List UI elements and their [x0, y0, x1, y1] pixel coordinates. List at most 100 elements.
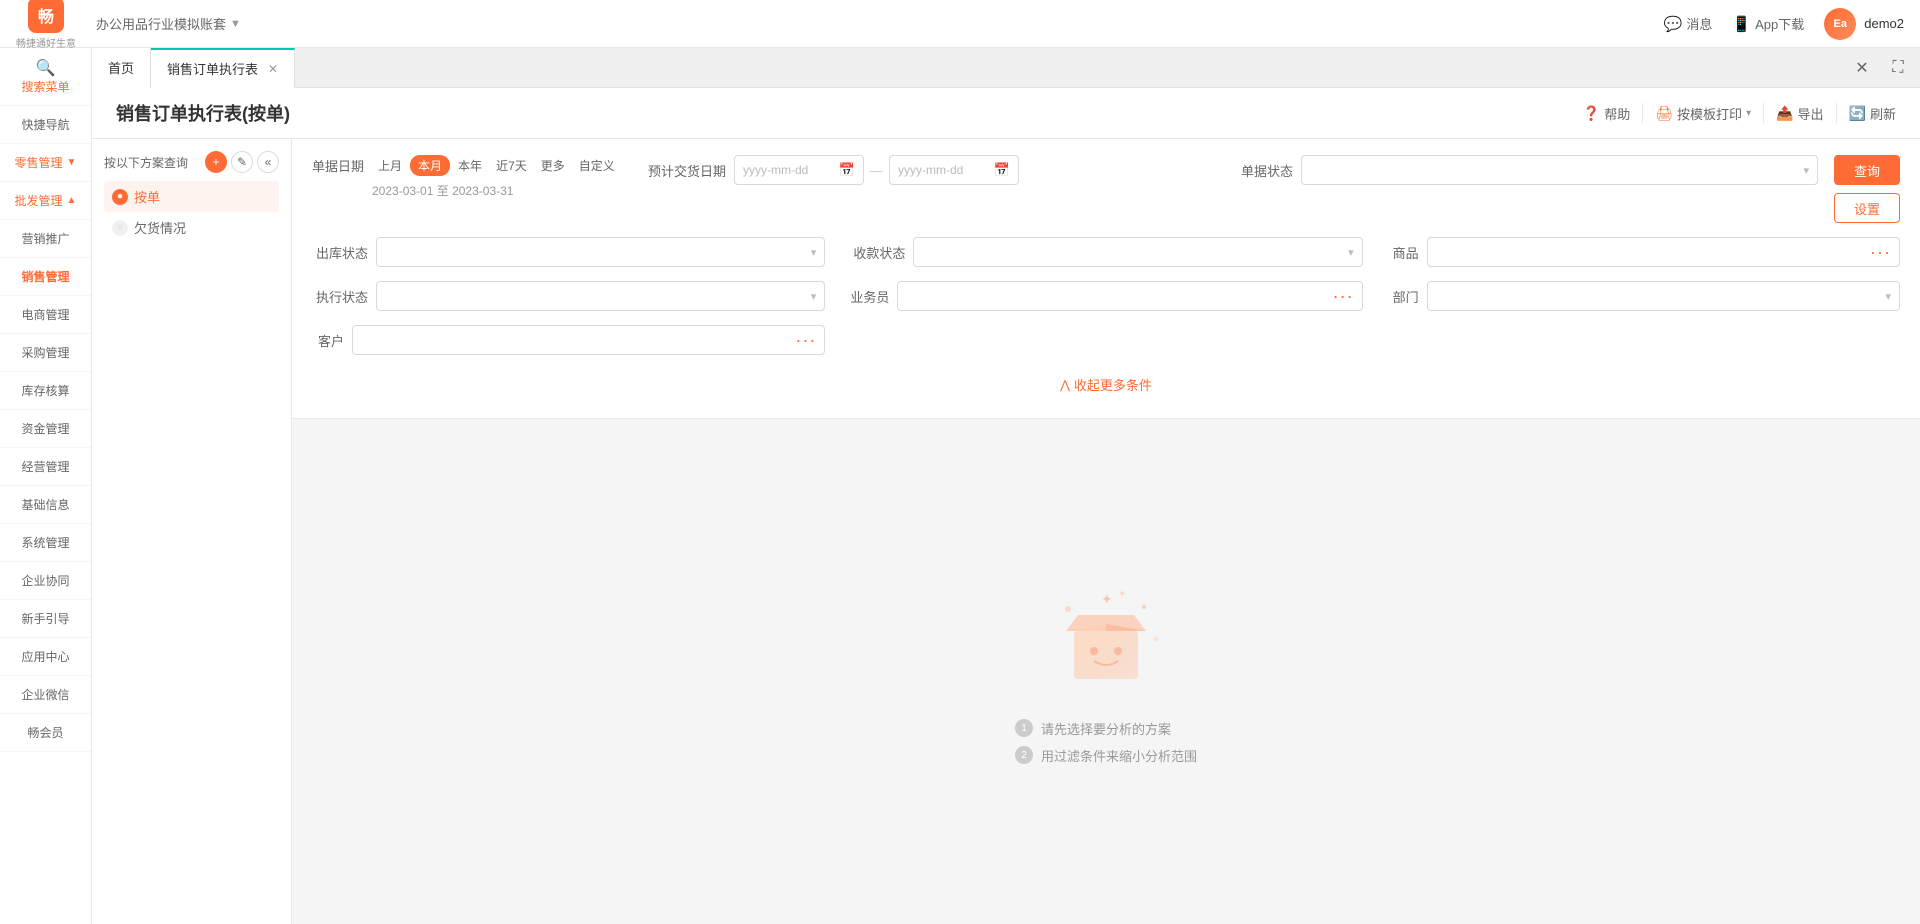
date-separator: — — [870, 163, 883, 178]
tab-close-all-btn[interactable]: ✕ — [1848, 54, 1876, 82]
logo: 畅 畅捷通好生意 — [16, 0, 76, 50]
sidebar-item-ecommerce[interactable]: 电商管理 — [0, 296, 91, 334]
export-btn[interactable]: 📤 导出 — [1776, 104, 1823, 123]
tab-home[interactable]: 首页 — [92, 48, 151, 88]
help-btn[interactable]: ❓ 帮助 — [1583, 104, 1630, 123]
message-btn[interactable]: 💬 消息 — [1664, 14, 1713, 33]
date-tab-last-7[interactable]: 近7天 — [490, 155, 533, 176]
sidebar-item-inventory[interactable]: 库存核算 — [0, 372, 91, 410]
settings-btn[interactable]: 设置 — [1834, 193, 1900, 223]
scheme-item-label-1: 按单 — [134, 187, 160, 206]
sidebar-item-purchase[interactable]: 采购管理 — [0, 334, 91, 372]
dept-field: 部门 ▾ — [1387, 281, 1900, 311]
sidebar-item-wholesale[interactable]: 批发管理 ▲ — [0, 182, 91, 220]
date-label: 单据日期 — [312, 156, 364, 175]
search-btn[interactable]: 查询 — [1834, 155, 1900, 185]
divider2 — [1763, 103, 1764, 123]
sidebar-item-basics[interactable]: 基础信息 — [0, 486, 91, 524]
scheme-item-by-order[interactable]: ● 按单 — [104, 181, 279, 212]
app-download-btn[interactable]: 📱 App下载 — [1732, 14, 1804, 33]
breadcrumb-arrow-icon[interactable]: ▼ — [230, 18, 241, 30]
refresh-icon: 🔄 — [1849, 105, 1866, 122]
scheme-add-btn[interactable]: + — [205, 151, 227, 173]
sidebar-item-operations[interactable]: 经营管理 — [0, 448, 91, 486]
collapse-btn[interactable]: ⋀ 收起更多条件 — [1060, 367, 1152, 402]
scheme-dot-normal: ○ — [112, 220, 128, 236]
sidebar-item-wechat[interactable]: 企业微信 — [0, 676, 91, 714]
scheme-edit-btn[interactable]: ✎ — [231, 151, 253, 173]
expected-date-end-input[interactable]: yyyy-mm-dd 📅 — [889, 155, 1019, 185]
calendar-icon-end: 📅 — [994, 162, 1010, 178]
tab-expand-btn[interactable]: ⛶ — [1884, 54, 1912, 82]
expected-date-end-placeholder: yyyy-mm-dd — [898, 163, 963, 177]
retail-expand-icon: ▼ — [67, 157, 77, 168]
tab-sales-exec-label: 销售订单执行表 — [167, 59, 258, 78]
sidebar: 🔍 搜索菜单 快捷导航 零售管理 ▼ 批发管理 ▲ 营销推广 销售管理 电商管理 — [0, 48, 92, 924]
message-icon: 💬 — [1664, 15, 1683, 33]
date-tab-last-month[interactable]: 上月 — [372, 155, 408, 176]
tab-home-label: 首页 — [108, 58, 134, 77]
date-tab-this-year[interactable]: 本年 — [452, 155, 488, 176]
print-icon: 🖨 — [1655, 105, 1673, 122]
sidebar-item-guide[interactable]: 新手引导 — [0, 600, 91, 638]
sidebar-item-vip[interactable]: 畅会员 — [0, 714, 91, 752]
date-tab-this-month[interactable]: 本月 — [410, 155, 450, 176]
template-print-btn[interactable]: 🖨 按模板打印 ▾ — [1655, 104, 1751, 123]
expected-date-start-input[interactable]: yyyy-mm-dd 📅 — [734, 155, 864, 185]
export-label: 导出 — [1798, 104, 1824, 123]
receipt-status-select[interactable]: ▾ — [913, 237, 1362, 267]
sidebar-item-marketing[interactable]: 营销推广 — [0, 220, 91, 258]
filter-row-3: 执行状态 ▾ 业务员 ·· — [312, 281, 1900, 311]
exec-status-select[interactable]: ▾ — [376, 281, 825, 311]
date-tab-more[interactable]: 更多 — [535, 155, 571, 176]
sidebar-item-enterprise[interactable]: 企业协同 — [0, 562, 91, 600]
user-name: demo2 — [1864, 16, 1904, 31]
out-status-select[interactable]: ▾ — [376, 237, 825, 267]
expected-date-group: 预计交货日期 yyyy-mm-dd 📅 — yyyy-mm-d — [648, 155, 1225, 185]
customer-input[interactable]: ··· — [352, 325, 825, 355]
tab-close-btn[interactable]: ✕ — [268, 62, 278, 76]
sidebar-item-search[interactable]: 🔍 搜索菜单 — [0, 48, 91, 106]
template-print-label: 按模板打印 — [1677, 104, 1742, 123]
empty-tips: 1 请先选择要分析的方案 2 用过滤条件来缩小分析范围 — [1015, 719, 1197, 765]
scheme-header-label: 按以下方案查询 — [104, 154, 188, 171]
salesperson-field: 业务员 ··· — [849, 281, 1362, 311]
calendar-icon-start: 📅 — [839, 162, 855, 178]
filter-area: 单据日期 上月 本月 本年 近7天 更多 自定义 — [292, 139, 1920, 419]
sidebar-item-quick-nav[interactable]: 快捷导航 — [0, 106, 91, 144]
refresh-btn[interactable]: 🔄 刷新 — [1849, 104, 1896, 123]
bill-status-select[interactable]: ▾ — [1301, 155, 1818, 185]
date-range-end: 2023-03-31 — [452, 184, 513, 198]
dept-select[interactable]: ▾ — [1427, 281, 1900, 311]
collapse-label: 收起更多条件 — [1074, 375, 1152, 394]
date-tab-custom[interactable]: 自定义 — [573, 155, 621, 176]
goods-input[interactable]: ··· — [1427, 237, 1900, 267]
receipt-status-label: 收款状态 — [849, 243, 905, 262]
out-status-arrow-icon: ▾ — [811, 246, 817, 259]
help-icon: ❓ — [1583, 105, 1600, 122]
avatar: Ea — [1824, 8, 1856, 40]
main-content: 按以下方案查询 + ✎ « ● 按单 ○ — [92, 139, 1920, 924]
export-icon: 📤 — [1776, 105, 1793, 122]
scheme-item-arrears[interactable]: ○ 欠货情况 — [104, 212, 279, 243]
header-actions: 💬 消息 📱 App下载 Ea demo2 — [1664, 8, 1904, 40]
expected-date-label: 预计交货日期 — [648, 161, 726, 180]
tab-sales-exec[interactable]: 销售订单执行表 ✕ — [151, 48, 295, 88]
dept-arrow-icon: ▾ — [1885, 290, 1891, 303]
scheme-collapse-btn[interactable]: « — [257, 151, 279, 173]
sidebar-item-sales[interactable]: 销售管理 — [0, 258, 91, 296]
sidebar-item-system[interactable]: 系统管理 — [0, 524, 91, 562]
goods-label: 商品 — [1387, 243, 1419, 262]
user-area[interactable]: Ea demo2 — [1824, 8, 1904, 40]
tab-bar: 首页 销售订单执行表 ✕ ✕ ⛶ — [92, 48, 1920, 88]
dept-label: 部门 — [1387, 287, 1419, 306]
svg-text:✦: ✦ — [1118, 589, 1126, 600]
tip-text-2: 用过滤条件来缩小分析范围 — [1041, 746, 1197, 765]
message-label: 消息 — [1686, 14, 1712, 33]
salesperson-input[interactable]: ··· — [897, 281, 1362, 311]
action-buttons: 查询 设置 — [1834, 155, 1900, 223]
sidebar-item-retail[interactable]: 零售管理 ▼ — [0, 144, 91, 182]
sidebar-item-finance[interactable]: 资金管理 — [0, 410, 91, 448]
tip-num-1: 1 — [1015, 719, 1033, 737]
sidebar-item-appstore[interactable]: 应用中心 — [0, 638, 91, 676]
